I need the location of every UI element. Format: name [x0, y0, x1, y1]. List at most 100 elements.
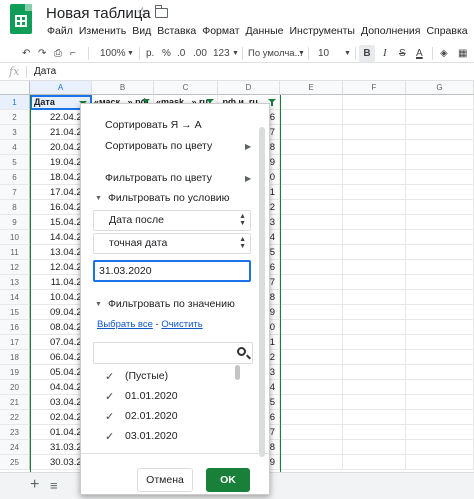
grid-cell[interactable] [406, 245, 474, 260]
ok-button[interactable]: OK [206, 468, 250, 492]
row-header[interactable]: 3 [0, 125, 30, 140]
grid-cell[interactable] [343, 155, 406, 170]
folder-icon[interactable] [155, 5, 168, 18]
sheets-logo-icon[interactable] [10, 4, 32, 34]
grid-cell[interactable] [343, 110, 406, 125]
column-header[interactable]: C [154, 81, 218, 95]
grid-cell[interactable] [280, 185, 343, 200]
row-header[interactable]: 23 [0, 425, 30, 440]
increase-decimal-button[interactable]: .00 [193, 44, 207, 63]
select-all-corner[interactable] [0, 81, 30, 95]
menu-item[interactable]: Файл [44, 25, 76, 37]
grid-cell[interactable] [343, 200, 406, 215]
row-header[interactable]: 4 [0, 140, 30, 155]
bold-button[interactable]: B [359, 45, 375, 62]
italic-button[interactable]: I [383, 44, 387, 63]
grid-cell[interactable] [343, 230, 406, 245]
menu-item[interactable]: Вставка [154, 25, 199, 37]
column-header[interactable]: E [280, 81, 343, 95]
menu-item[interactable]: Данные [243, 25, 287, 37]
grid-cell[interactable] [343, 335, 406, 350]
row-header[interactable]: 19 [0, 365, 30, 380]
grid-cell[interactable] [343, 260, 406, 275]
row-header[interactable]: 12 [0, 260, 30, 275]
select-all-link[interactable]: Выбрать все [97, 319, 153, 330]
grid-cell[interactable] [406, 275, 474, 290]
grid-cell[interactable] [406, 125, 474, 140]
row-header[interactable]: 9 [0, 215, 30, 230]
column-header[interactable]: D [218, 81, 280, 95]
grid-cell[interactable] [406, 320, 474, 335]
filter-by-condition-section[interactable]: ▼ Фильтровать по условию [95, 192, 230, 204]
font-select[interactable]: По умолча... [248, 44, 303, 63]
sort-by-color-item[interactable]: Сортировать по цвету [105, 140, 212, 152]
grid-cell[interactable] [406, 335, 474, 350]
redo-icon[interactable]: ↷ [38, 44, 46, 63]
borders-icon[interactable]: ▦ [458, 44, 467, 63]
grid-cell[interactable] [406, 170, 474, 185]
fill-color-icon[interactable]: ◈ [440, 44, 448, 63]
menu-item[interactable]: Изменить [76, 25, 129, 37]
menu-item[interactable]: Справка [423, 25, 470, 37]
grid-cell[interactable] [343, 380, 406, 395]
grid-cell[interactable] [280, 155, 343, 170]
column-header[interactable]: A [30, 81, 92, 95]
grid-cell[interactable] [280, 245, 343, 260]
grid-cell[interactable] [280, 455, 343, 470]
sort-z-a-item[interactable]: Сортировать Я → А [105, 119, 202, 131]
grid-cell[interactable] [406, 425, 474, 440]
filter-by-color-item[interactable]: Фильтровать по цвету [105, 172, 212, 184]
text-color-button[interactable]: A [416, 44, 423, 63]
zoom-select[interactable]: 100% [100, 44, 126, 63]
grid-cell[interactable] [343, 410, 406, 425]
value-search-input[interactable] [93, 342, 253, 364]
star-icon[interactable]: ☆ [136, 4, 149, 21]
row-header[interactable]: 2 [0, 110, 30, 125]
grid-cell[interactable] [280, 110, 343, 125]
grid-cell[interactable] [343, 305, 406, 320]
grid-cell[interactable] [406, 230, 474, 245]
grid-cell[interactable] [280, 125, 343, 140]
grid-cell[interactable] [280, 215, 343, 230]
grid-cell[interactable] [406, 395, 474, 410]
grid-cell[interactable] [406, 200, 474, 215]
row-header[interactable]: 5 [0, 155, 30, 170]
grid-cell[interactable] [406, 290, 474, 305]
grid-cell[interactable] [280, 275, 343, 290]
undo-icon[interactable]: ↶ [22, 44, 30, 63]
column-header[interactable]: G [406, 81, 474, 95]
grid-cell[interactable] [406, 455, 474, 470]
row-header[interactable]: 22 [0, 410, 30, 425]
row-header[interactable]: 20 [0, 380, 30, 395]
grid-cell[interactable] [280, 260, 343, 275]
grid-cell[interactable] [343, 455, 406, 470]
grid-cell[interactable] [343, 425, 406, 440]
grid-cell[interactable] [343, 440, 406, 455]
percent-button[interactable]: % [162, 44, 171, 63]
paint-format-icon[interactable]: ⌐ [70, 44, 76, 63]
row-header[interactable]: 14 [0, 290, 30, 305]
grid-cell[interactable] [406, 305, 474, 320]
date-value-input[interactable]: 31.03.2020 [93, 260, 251, 282]
row-header[interactable]: 7 [0, 185, 30, 200]
row-header[interactable]: 8 [0, 200, 30, 215]
row-header[interactable]: 16 [0, 320, 30, 335]
date-type-select[interactable]: точная дата ▲ ▼ [93, 233, 251, 254]
column-header[interactable]: F [343, 81, 406, 95]
grid-cell[interactable] [280, 335, 343, 350]
menu-item[interactable]: Формат [199, 25, 242, 37]
filter-by-value-section[interactable]: ▼ Фильтровать по значению [95, 298, 235, 310]
grid-cell[interactable] [280, 170, 343, 185]
grid-cell[interactable] [280, 320, 343, 335]
cancel-button[interactable]: Отмена [137, 468, 193, 492]
grid-cell[interactable] [343, 140, 406, 155]
grid-cell[interactable] [343, 275, 406, 290]
grid-cell[interactable] [280, 290, 343, 305]
grid-cell[interactable] [343, 290, 406, 305]
grid-cell[interactable] [406, 155, 474, 170]
grid-cell[interactable] [343, 365, 406, 380]
grid-cell[interactable] [280, 380, 343, 395]
grid-cell[interactable] [280, 95, 343, 110]
grid-cell[interactable] [280, 140, 343, 155]
grid-cell[interactable] [343, 185, 406, 200]
